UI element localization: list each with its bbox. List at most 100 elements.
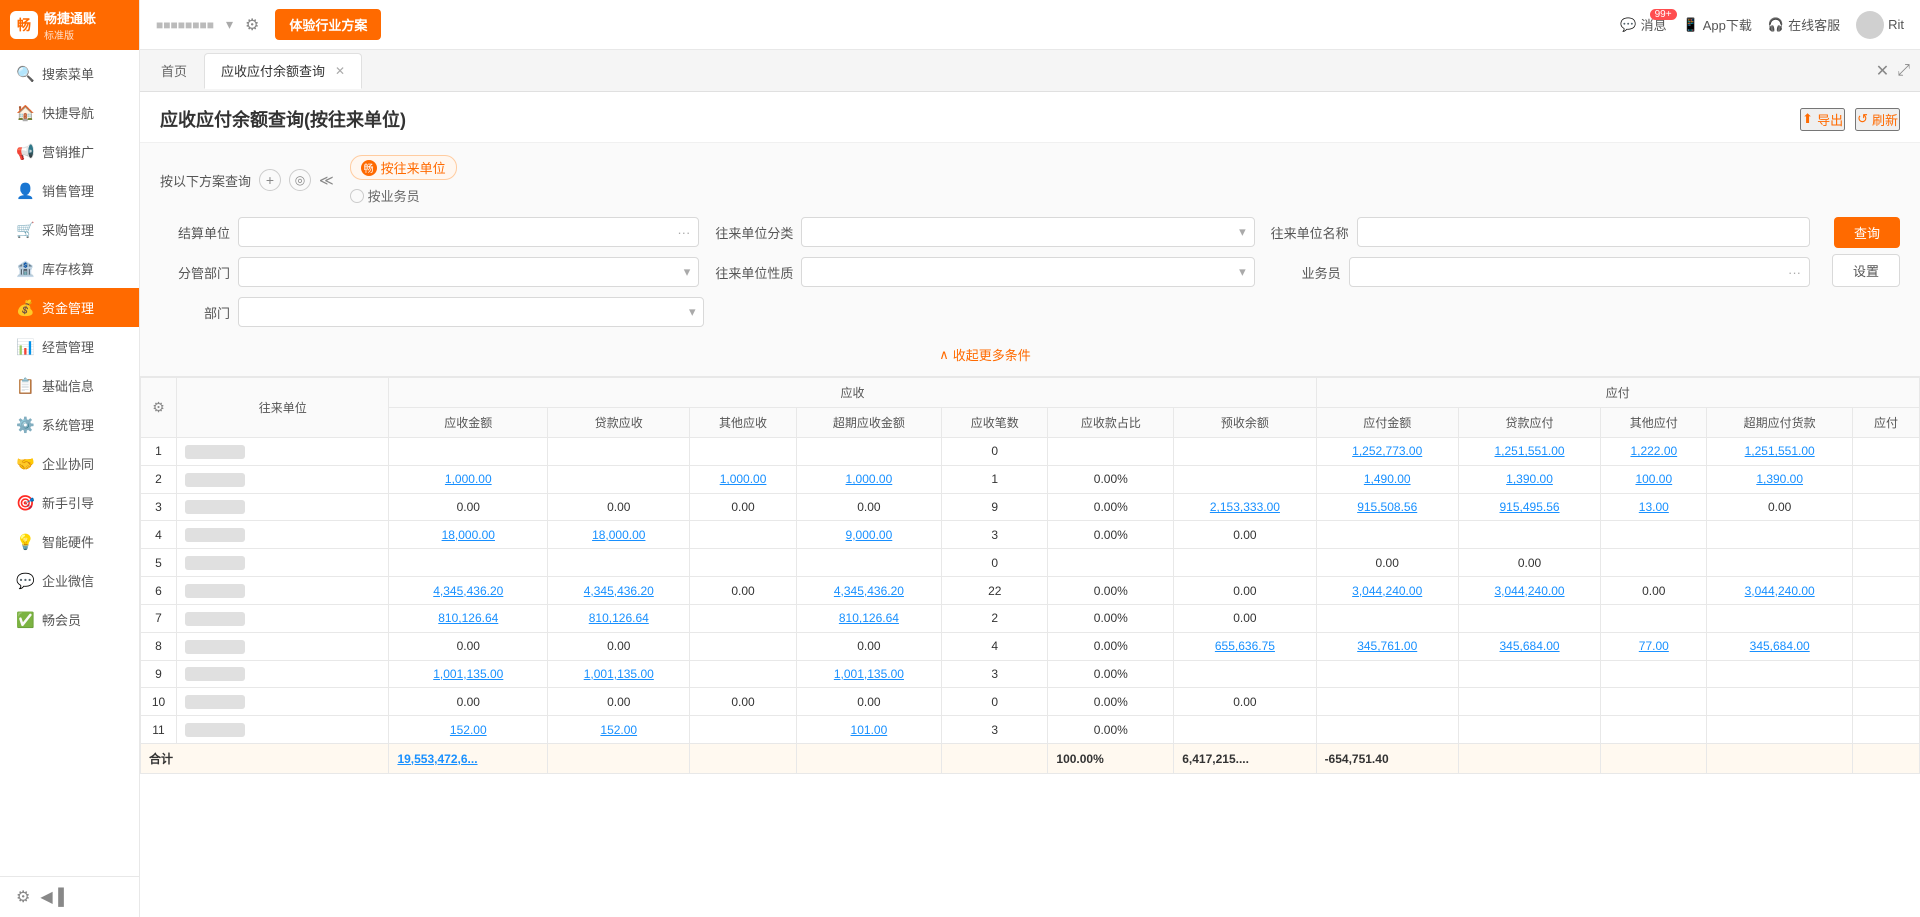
tabbar: 首页 应收应付余额查询 ✕ ✕ ⤢ [140,50,1920,92]
cell-ap_other: 13.00 [1601,493,1707,521]
sidebar-item-label: 智能硬件 [42,532,94,551]
online-service-button[interactable]: 🎧 在线客服 [1768,15,1840,34]
messages-button[interactable]: 💬 消息 99+ [1620,15,1666,34]
filter-input-dept-arrow: ▾ [684,264,691,280]
scheme-option-staff-label: 按业务员 [368,186,420,205]
sidebar-item-sales[interactable]: 👤 销售管理 [0,171,139,210]
avatar [1856,11,1884,39]
cell-ap_amount: 1,490.00 [1316,465,1458,493]
cell-ar_advance: 655,636.75 [1174,632,1316,660]
total-ap-other [1601,744,1707,774]
topbar-dropdown-icon[interactable]: ▾ [226,16,233,33]
sidebar-settings-icon[interactable]: ⚙ [16,887,30,907]
cell-entity: ■■■■■■ [177,493,389,521]
sidebar-item-purchase[interactable]: 🛒 采购管理 [0,210,139,249]
cell-ap_amount [1316,688,1458,716]
topbar-gear-icon[interactable]: ⚙ [245,15,259,35]
cell-ar_advance: 0.00 [1174,521,1316,549]
sidebar-item-member[interactable]: ✅ 畅会员 [0,600,139,639]
filter-input-category[interactable]: ▾ [801,217,1254,247]
sidebar-item-quicknav[interactable]: 🏠 快捷导航 [0,93,139,132]
sidebar-menu: 🔍 搜索菜单 🏠 快捷导航 📢 营销推广 👤 销售管理 🛒 采购管理 🏦 库存核… [0,50,139,876]
cell-ar_overdue [796,549,941,577]
filter-input-settlement[interactable]: ··· [238,217,699,247]
total-ar-loan [548,744,690,774]
cell-ar_pct: 0.00% [1048,688,1174,716]
app-download-icon: 📱 [1683,17,1699,33]
cell-ap_extra [1852,660,1919,688]
sidebar-item-system[interactable]: ⚙️ 系统管理 [0,405,139,444]
sidebar-item-label: 搜索菜单 [42,64,94,83]
gear-icon[interactable]: ⚙ [152,399,165,415]
scheme-tag-entity[interactable]: 畅 按往来单位 [350,155,457,180]
total-ar-amount: 19,553,472,6... [389,744,548,774]
col-ap-amount: 应付金额 [1316,408,1458,438]
filter-input-nature[interactable]: ▾ [801,257,1254,287]
total-ap-amount: -654,751.40 [1316,744,1458,774]
filter-input-depart[interactable]: ▾ [238,297,704,327]
tabbar-controls: ✕ ⤢ [1876,61,1920,81]
messages-icon: 💬 [1620,17,1636,33]
filter-add-button[interactable]: + [259,169,281,191]
content-area: 应收应付余额查询(按往来单位) ⬆ 导出 ↺ 刷新 按以下方案查询 + ◎ ≪ [140,92,1920,917]
sidebar-item-corp[interactable]: 🤝 企业协同 [0,444,139,483]
cell-ar_pct: 0.00% [1048,716,1174,744]
tab-receivable[interactable]: 应收应付余额查询 ✕ [204,53,362,89]
cell-ap_overdue: 0.00 [1707,493,1852,521]
service-label: 在线客服 [1788,15,1840,34]
tab-close-icon[interactable]: ✕ [335,64,345,78]
sidebar-item-label: 经营管理 [42,337,94,356]
sidebar-item-wechat[interactable]: 💬 企业微信 [0,561,139,600]
app-download-button[interactable]: 📱 App下载 [1683,15,1752,34]
scheme-option-staff[interactable]: 按业务员 [350,186,457,205]
filter-collapse-link[interactable]: ∧ 收起更多条件 [160,345,1810,364]
sidebar-item-basic[interactable]: 📋 基础信息 [0,366,139,405]
export-button[interactable]: ⬆ 导出 [1800,108,1845,131]
cell-ap_overdue: 345,684.00 [1707,632,1852,660]
settings-button[interactable]: 设置 [1832,254,1900,287]
query-button[interactable]: 查询 [1834,217,1900,248]
cell-ap_overdue [1707,604,1852,632]
filter-input-dept[interactable]: ▾ [238,257,699,287]
cell-ar_overdue: 1,000.00 [796,465,941,493]
sidebar-item-guide[interactable]: 🎯 新手引导 [0,483,139,522]
sidebar: 畅 畅捷通账 标准版 🔍 搜索菜单 🏠 快捷导航 📢 营销推广 👤 销售管理 🛒… [0,0,140,917]
sidebar-item-smart[interactable]: 💡 智能硬件 [0,522,139,561]
cell-ar_loan: 152.00 [548,716,690,744]
sidebar-item-marketing[interactable]: 📢 营销推广 [0,132,139,171]
col-group-payable: 应付 [1316,378,1919,408]
tab-close-all-icon[interactable]: ✕ [1876,61,1889,81]
sidebar-item-operation[interactable]: 📊 经营管理 [0,327,139,366]
sidebar-item-label: 采购管理 [42,220,94,239]
refresh-button[interactable]: ↺ 刷新 [1855,108,1900,131]
filter-collapse-button[interactable]: ≪ [319,172,334,189]
cell-ar_count: 3 [942,716,1048,744]
tab-expand-icon[interactable]: ⤢ [1897,62,1910,80]
cell-ar_count: 22 [942,577,1048,605]
filter-row-1: 结算单位 ··· 往来单位分类 ▾ 往来单位名称 [160,217,1810,247]
breadcrumb-text: ■■■■■■■■ [156,18,214,32]
tab-home[interactable]: 首页 [144,53,204,89]
cell-ar_other [690,716,796,744]
sidebar-collapse-icon[interactable]: ◀▐ [40,887,64,907]
sidebar-item-inventory[interactable]: 🏦 库存核算 [0,249,139,288]
cell-idx: 5 [141,549,177,577]
filter-input-settlement-dots: ··· [677,225,690,240]
sidebar-item-search[interactable]: 🔍 搜索菜单 [0,54,139,93]
cell-idx: 8 [141,632,177,660]
col-settings-gear[interactable]: ⚙ [141,378,177,438]
filter-scheme-button[interactable]: ◎ [289,169,311,191]
filter-input-salesperson[interactable]: ··· [1349,257,1810,287]
cell-ap_amount [1316,604,1458,632]
field-label-dept: 分管部门 [160,263,230,282]
sidebar-item-finance[interactable]: 💰 资金管理 [0,288,139,327]
cell-ap_loan: 345,684.00 [1458,632,1600,660]
table-total-row: 合计 19,553,472,6... 100.00% 6,417,215....… [141,744,1920,774]
filter-input-entityname[interactable] [1357,217,1810,247]
scheme-tag-entity-label: 按往来单位 [381,158,446,177]
user-info[interactable]: Rit [1856,11,1904,39]
cell-ap_overdue [1707,660,1852,688]
cell-ap_amount: 345,761.00 [1316,632,1458,660]
solution-button[interactable]: 体验行业方案 [275,9,381,40]
filter-group-depart: 部门 ▾ [160,297,704,327]
